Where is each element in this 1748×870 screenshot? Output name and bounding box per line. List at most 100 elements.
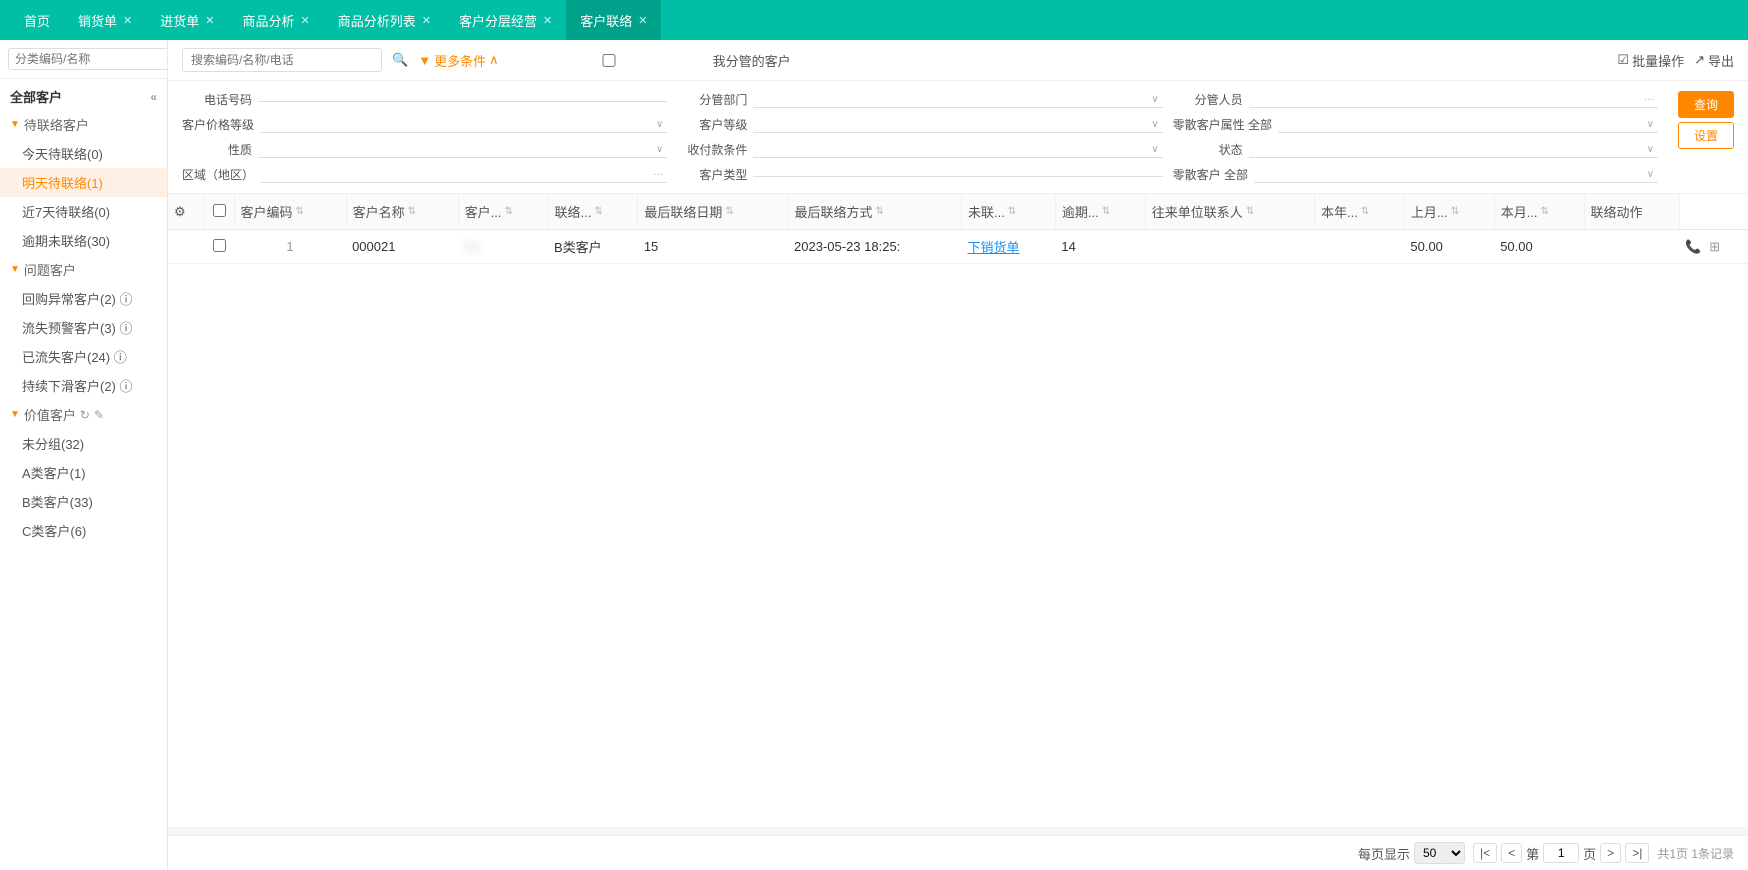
- nav-customer-tier[interactable]: 客户分层经营 ✕: [445, 0, 566, 40]
- sort-icon[interactable]: ⇅: [1246, 206, 1254, 217]
- filter-cell-phone: 电话号码: [182, 91, 667, 108]
- sidebar-item-c-customer[interactable]: C类客户(6): [0, 516, 167, 545]
- settings-button[interactable]: 设置: [1678, 122, 1734, 149]
- sort-icon[interactable]: ⇅: [876, 206, 884, 217]
- collapse-icon[interactable]: «: [150, 90, 157, 104]
- sidebar-item-repurchase-abnormal[interactable]: 回购异常客户(2) ⓘ: [0, 284, 167, 313]
- page-input[interactable]: [1543, 843, 1579, 863]
- last-page-btn[interactable]: >|: [1625, 843, 1649, 863]
- nav-purchase-order[interactable]: 进货单 ✕: [146, 0, 228, 40]
- sort-icon[interactable]: ⇅: [1102, 206, 1110, 217]
- sidebar-search-input[interactable]: [8, 48, 168, 70]
- sort-icon[interactable]: ⇅: [505, 206, 513, 217]
- close-icon[interactable]: ✕: [638, 14, 647, 27]
- filter-input-retail-attr[interactable]: ∨: [1278, 117, 1658, 133]
- contact-method-link[interactable]: 下销货单: [968, 240, 1020, 255]
- export-btn[interactable]: ↗ 导出: [1694, 51, 1734, 70]
- query-button[interactable]: 查询: [1678, 91, 1734, 118]
- row-select-checkbox[interactable]: [213, 239, 226, 252]
- sort-icon[interactable]: ⇅: [1541, 206, 1549, 217]
- row-code: 000021: [346, 230, 458, 264]
- filter-label-customer-type: 客户类型: [677, 166, 747, 183]
- next-page-btn[interactable]: >: [1600, 843, 1621, 863]
- col-gear[interactable]: ⚙: [168, 194, 204, 230]
- close-icon[interactable]: ✕: [123, 14, 132, 27]
- row-type: B类客户: [548, 230, 638, 264]
- sidebar-item-ungroup[interactable]: 未分组(32): [0, 429, 167, 458]
- close-icon[interactable]: ✕: [301, 14, 310, 27]
- filter-input-status[interactable]: ∨: [1249, 142, 1658, 158]
- nav-sales-order[interactable]: 销货单 ✕: [64, 0, 146, 40]
- my-customers-checkbox[interactable]: 我分管的客户: [509, 51, 791, 70]
- close-icon[interactable]: ✕: [543, 14, 552, 27]
- row-contact-person: [1315, 230, 1405, 264]
- sort-icon[interactable]: ⇅: [1451, 206, 1459, 217]
- sort-icon[interactable]: ⇅: [408, 206, 416, 217]
- all-customers-header[interactable]: 全部客户 «: [0, 79, 167, 110]
- sidebar-item-overdue-contact[interactable]: 逾期未联络(30): [0, 226, 167, 255]
- filter-input-customer-type[interactable]: [753, 172, 1162, 177]
- nav-home[interactable]: 首页: [10, 0, 64, 40]
- more-conditions-btn[interactable]: ▼ 更多条件 ∧: [418, 51, 498, 70]
- filter-row-2: 客户价格等级 ∨ 客户等级 ∨: [182, 116, 1658, 133]
- filter-cell-payment: 收付款条件 ∨: [677, 141, 1162, 158]
- group-value-customer[interactable]: ▼ 价值客户 ↻ ✎: [0, 400, 167, 429]
- page-size-select[interactable]: 50 100: [1414, 842, 1465, 864]
- sidebar-item-a-customer[interactable]: A类客户(1): [0, 458, 167, 487]
- action-phone-icon[interactable]: 📞: [1685, 239, 1701, 254]
- sidebar-item-b-customer[interactable]: B类客户(33): [0, 487, 167, 516]
- top-actions: ☑ 批量操作 ↗ 导出: [1617, 51, 1734, 70]
- filter-input-dept[interactable]: ∨: [753, 92, 1162, 108]
- nav-product-analysis-list[interactable]: 商品分析列表 ✕: [324, 0, 445, 40]
- sort-icon[interactable]: ⇅: [1008, 206, 1016, 217]
- first-page-btn[interactable]: |<: [1473, 843, 1497, 863]
- sort-icon[interactable]: ⇅: [725, 206, 733, 217]
- sidebar-item-today-contact[interactable]: 今天待联络(0): [0, 139, 167, 168]
- table-area: ⚙ 客户编码⇅ 客户名称⇅ 客户...⇅: [168, 194, 1748, 827]
- filter-input-person[interactable]: ···: [1249, 92, 1658, 108]
- sort-icon[interactable]: ⇅: [1361, 206, 1369, 217]
- gear-icon[interactable]: ⚙: [174, 204, 186, 219]
- filter-input-retail-customer[interactable]: ∨: [1254, 167, 1658, 183]
- filter-input-region[interactable]: ···: [260, 167, 667, 183]
- search-input[interactable]: [182, 48, 382, 72]
- filter-cell-person: 分管人员 ···: [1173, 91, 1658, 108]
- select-all-checkbox[interactable]: [213, 204, 226, 217]
- filter-input-nature[interactable]: ∨: [258, 142, 667, 158]
- filter-input-price-level[interactable]: ∨: [260, 117, 667, 133]
- nav-customer-contact[interactable]: 客户联络 ✕: [566, 0, 661, 40]
- filter-label-status: 状态: [1173, 141, 1243, 158]
- filter-label-dept: 分管部门: [677, 91, 747, 108]
- close-icon[interactable]: ✕: [422, 14, 431, 27]
- group-problem-customer[interactable]: ▼ 问题客户: [0, 255, 167, 284]
- sidebar-item-lost-customer[interactable]: 已流失客户(24) ⓘ: [0, 342, 167, 371]
- search-icon[interactable]: 🔍: [392, 52, 408, 68]
- filter-label-nature: 性质: [182, 141, 252, 158]
- nav-product-analysis[interactable]: 商品分析 ✕: [228, 0, 323, 40]
- triangle-icon: ▼: [10, 119, 20, 130]
- group-pending-contact[interactable]: ▼ 待联络客户: [0, 110, 167, 139]
- edit-icon[interactable]: ✎: [94, 408, 104, 422]
- filter-cell-retail-attr: 零散客户属性 全部 ∨: [1173, 116, 1658, 133]
- refresh-icon[interactable]: ↻: [80, 408, 90, 422]
- filter-input-phone[interactable]: [258, 97, 667, 102]
- filter-input-payment[interactable]: ∨: [753, 142, 1162, 158]
- action-grid-icon[interactable]: ⊞: [1709, 239, 1720, 254]
- sidebar-item-tomorrow-contact[interactable]: 明天待联络(1): [0, 168, 167, 197]
- filter-action-btns: 查询 设置: [1678, 91, 1734, 183]
- prev-page-btn[interactable]: <: [1501, 843, 1522, 863]
- batch-operation-btn[interactable]: ☑ 批量操作: [1617, 51, 1684, 70]
- sort-icon[interactable]: ⇅: [594, 206, 602, 217]
- sidebar-item-churn-warning[interactable]: 流失预警客户(3) ⓘ: [0, 313, 167, 342]
- my-customers-check[interactable]: [509, 54, 709, 67]
- scrollbar[interactable]: [168, 827, 1748, 835]
- filter-input-customer-level[interactable]: ∨: [753, 117, 1162, 133]
- col-action: 联络动作: [1584, 194, 1679, 230]
- chevron-down-icon: ∨: [1647, 169, 1654, 180]
- dots-icon: ···: [1644, 94, 1654, 105]
- close-icon[interactable]: ✕: [205, 14, 214, 27]
- sort-icon[interactable]: ⇅: [296, 206, 304, 217]
- filter-label-region: 区域（地区）: [182, 166, 254, 183]
- sidebar-item-declining-customer[interactable]: 持续下滑客户(2) ⓘ: [0, 371, 167, 400]
- sidebar-item-7day-contact[interactable]: 近7天待联络(0): [0, 197, 167, 226]
